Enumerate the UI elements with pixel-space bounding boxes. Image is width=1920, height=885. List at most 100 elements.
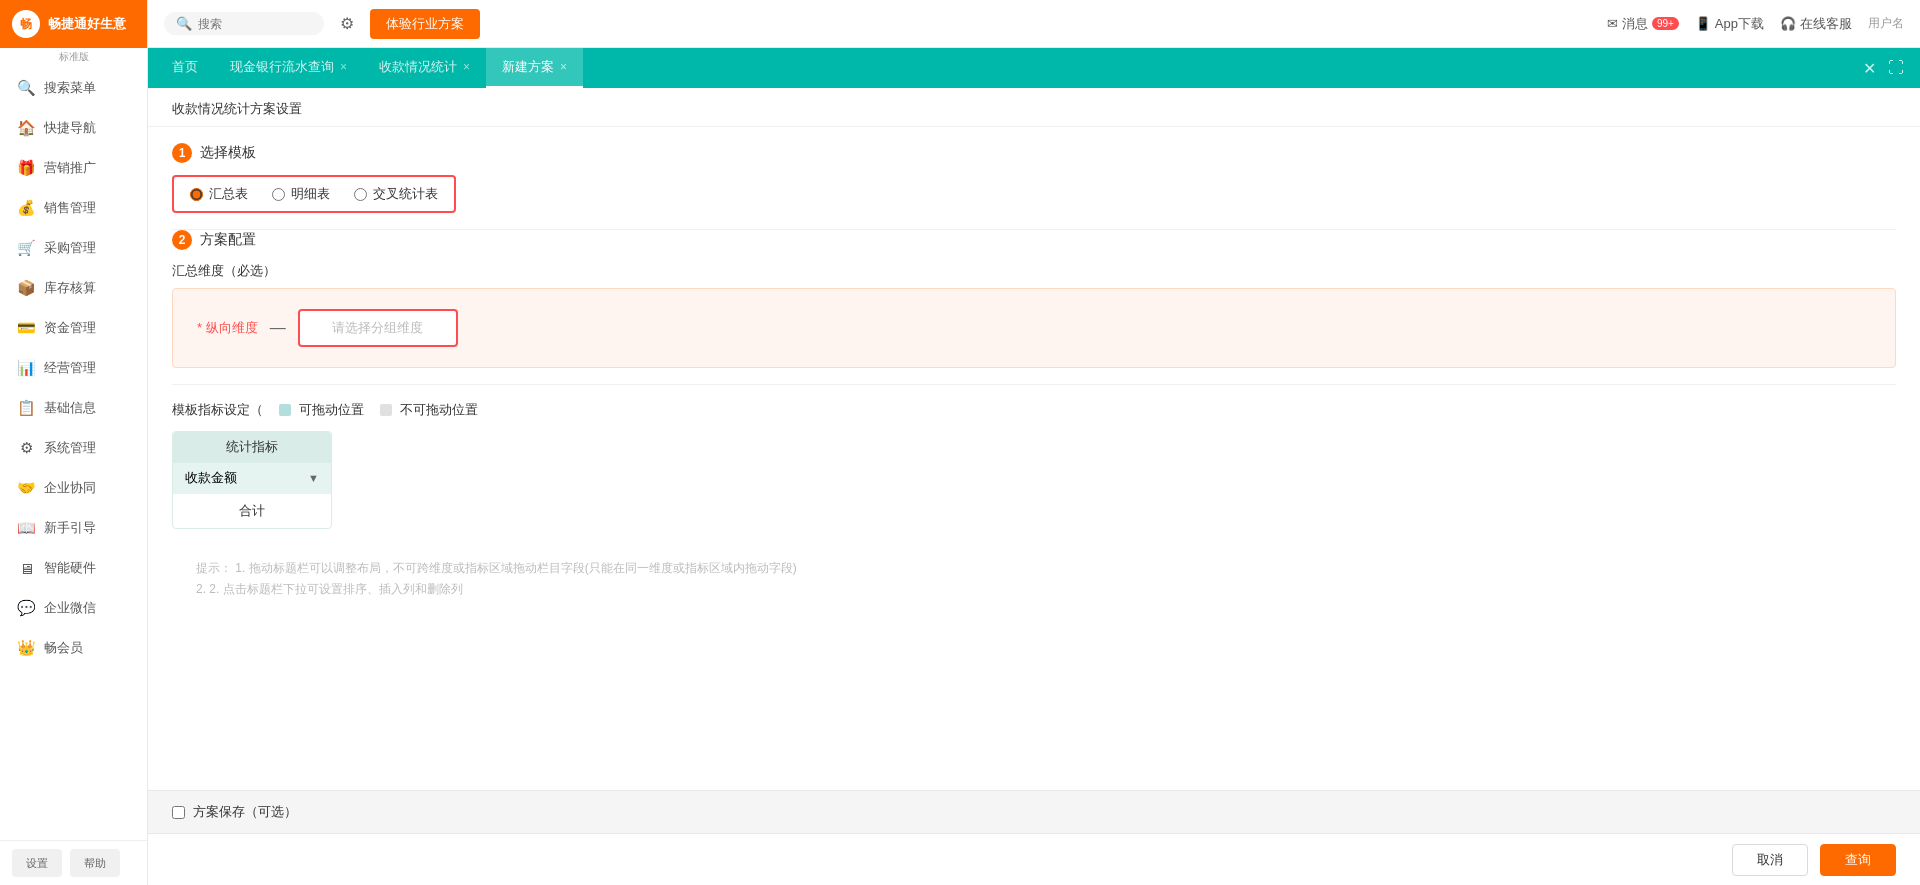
template-cross-radio[interactable]: [354, 188, 367, 201]
sidebar-item-operations[interactable]: 📊 经营管理: [0, 348, 147, 388]
sidebar-item-marketing[interactable]: 🎁 营销推广: [0, 148, 147, 188]
sidebar-item-member[interactable]: 👑 畅会员: [0, 628, 147, 668]
legend-draggable-label: 可拖动位置: [299, 401, 364, 419]
sidebar-item-inventory[interactable]: 📦 库存核算: [0, 268, 147, 308]
save-checkbox[interactable]: [172, 806, 185, 819]
tab-new-plan-label: 新建方案: [502, 58, 554, 76]
user-name: 用户名: [1868, 15, 1904, 32]
tips-area: 1. 拖动标题栏可以调整布局，不可跨维度或指标区域拖动栏目字段(只能在同一维度或…: [172, 548, 1896, 614]
indicator-header: 模板指标设定（ 可拖动位置 不可拖动位置: [172, 401, 1896, 419]
sidebar-item-label: 畅会员: [44, 639, 83, 657]
chart-icon: 📊: [16, 358, 36, 378]
logo-icon: 畅: [12, 10, 40, 38]
tabbar-actions: ✕ ⛶: [1859, 48, 1912, 88]
sidebar-item-hardware[interactable]: 🖥 智能硬件: [0, 548, 147, 588]
indicator-table-header: 统计指标: [173, 432, 331, 462]
breadcrumb-text: 收款情况统计方案设置: [172, 101, 302, 116]
bottom-save: 方案保存（可选）: [148, 790, 1920, 833]
tab-expand-icon[interactable]: ⛶: [1884, 59, 1908, 77]
tab-new-plan[interactable]: 新建方案 ×: [486, 48, 583, 88]
tip-2-text: 2. 点击标题栏下拉可设置排序、插入列和删除列: [209, 582, 462, 596]
trial-button[interactable]: 体验行业方案: [370, 9, 480, 39]
template-detail[interactable]: 明细表: [272, 185, 330, 203]
tip-2-num: 2.: [196, 582, 209, 596]
template-summary-radio[interactable]: [190, 188, 203, 201]
gift-icon: 🎁: [16, 158, 36, 178]
legend-non-draggable: 不可拖动位置: [380, 401, 478, 419]
sidebar-logo: 畅 畅捷通好生意: [0, 0, 147, 48]
chat-icon: 💬: [16, 598, 36, 618]
card-icon: 💳: [16, 318, 36, 338]
sidebar-item-basics[interactable]: 📋 基础信息: [0, 388, 147, 428]
tab-receipt-stat[interactable]: 收款情况统计 ×: [363, 48, 486, 88]
legend-non-draggable-label: 不可拖动位置: [400, 401, 478, 419]
tip-2: 2. 2. 点击标题栏下拉可设置排序、插入列和删除列: [196, 581, 1872, 598]
sidebar-help-btn[interactable]: 帮助: [70, 849, 120, 877]
step1-num: 1: [172, 143, 192, 163]
sidebar-item-label: 库存核算: [44, 279, 96, 297]
search-icon: 🔍: [176, 16, 192, 31]
tab-cash-query[interactable]: 现金银行流水查询 ×: [214, 48, 363, 88]
sidebar-item-label: 快捷导航: [44, 119, 96, 137]
message-label: 消息: [1622, 15, 1648, 33]
tab-home-label: 首页: [172, 58, 198, 76]
tab-cash-query-close[interactable]: ×: [340, 60, 347, 74]
save-label: 方案保存（可选）: [193, 803, 297, 821]
arrow-icon: —: [270, 319, 286, 337]
message-action[interactable]: ✉ 消息 99+: [1607, 15, 1679, 33]
step2-num: 2: [172, 230, 192, 250]
online-service-action[interactable]: 🎧 在线客服: [1780, 15, 1852, 33]
indicator-col-header: 收款金额 ▼: [173, 462, 331, 493]
topbar-search[interactable]: 🔍: [164, 12, 324, 35]
tab-new-plan-close[interactable]: ×: [560, 60, 567, 74]
sidebar-item-funds[interactable]: 💳 资金管理: [0, 308, 147, 348]
search-input[interactable]: [198, 17, 298, 31]
page-inner: 收款情况统计方案设置 1 选择模板 汇总表 明细表: [148, 88, 1920, 790]
template-summary[interactable]: 汇总表: [190, 185, 248, 203]
box-icon: 📦: [16, 278, 36, 298]
template-detail-radio[interactable]: [272, 188, 285, 201]
sidebar-item-sales[interactable]: 💰 销售管理: [0, 188, 147, 228]
sidebar-item-search[interactable]: 🔍 搜索菜单: [0, 68, 147, 108]
template-cross[interactable]: 交叉统计表: [354, 185, 438, 203]
template-summary-label: 汇总表: [209, 185, 248, 203]
tab-receipt-stat-label: 收款情况统计: [379, 58, 457, 76]
step2-section: 2 方案配置 汇总维度（必选） * 纵向维度 — 请选择分组维度: [148, 230, 1920, 630]
settings-gear-icon[interactable]: ⚙: [340, 14, 354, 33]
message-badge: 99+: [1652, 17, 1679, 30]
home-icon: 🏠: [16, 118, 36, 138]
sidebar-item-quick-nav[interactable]: 🏠 快捷导航: [0, 108, 147, 148]
tab-close-window-icon[interactable]: ✕: [1859, 59, 1880, 78]
tab-receipt-stat-close[interactable]: ×: [463, 60, 470, 74]
sidebar-item-wechat[interactable]: 💬 企业微信: [0, 588, 147, 628]
logo-text: 畅捷通好生意: [48, 16, 126, 32]
vertical-dimension-label: * 纵向维度: [197, 319, 258, 337]
sidebar-item-label: 企业协同: [44, 479, 96, 497]
dimension-placeholder[interactable]: 请选择分组维度: [298, 309, 458, 347]
col-header-dropdown-icon[interactable]: ▼: [308, 472, 319, 484]
sidebar-item-enterprise[interactable]: 🤝 企业协同: [0, 468, 147, 508]
page-content: 收款情况统计方案设置 1 选择模板 汇总表 明细表: [148, 88, 1920, 833]
tab-home[interactable]: 首页: [156, 48, 214, 88]
app-icon: 📱: [1695, 16, 1711, 31]
step2-title: 2 方案配置: [172, 230, 1896, 250]
template-detail-label: 明细表: [291, 185, 330, 203]
sidebar-item-label: 搜索菜单: [44, 79, 96, 97]
step1-section: 1 选择模板 汇总表 明细表 交叉统计表: [148, 127, 1920, 229]
sidebar-item-label: 销售管理: [44, 199, 96, 217]
sidebar-item-system[interactable]: ⚙ 系统管理: [0, 428, 147, 468]
gear-icon: ⚙: [16, 438, 36, 458]
app-download-action[interactable]: 📱 App下载: [1695, 15, 1764, 33]
confirm-button[interactable]: 查询: [1820, 844, 1896, 876]
sidebar-nav: 🔍 搜索菜单 🏠 快捷导航 🎁 营销推广 💰 销售管理 🛒 采购管理 📦 库存核…: [0, 68, 147, 840]
sidebar-item-purchase[interactable]: 🛒 采购管理: [0, 228, 147, 268]
sidebar-item-label: 基础信息: [44, 399, 96, 417]
sidebar-item-guide[interactable]: 📖 新手引导: [0, 508, 147, 548]
message-icon: ✉: [1607, 16, 1618, 31]
sidebar-setting-btn[interactable]: 设置: [12, 849, 62, 877]
cancel-button[interactable]: 取消: [1732, 844, 1808, 876]
indicator-settings-label: 模板指标设定（: [172, 401, 263, 419]
legend-draggable: 可拖动位置: [279, 401, 364, 419]
clipboard-icon: 📋: [16, 398, 36, 418]
step1-title: 1 选择模板: [172, 143, 1896, 163]
